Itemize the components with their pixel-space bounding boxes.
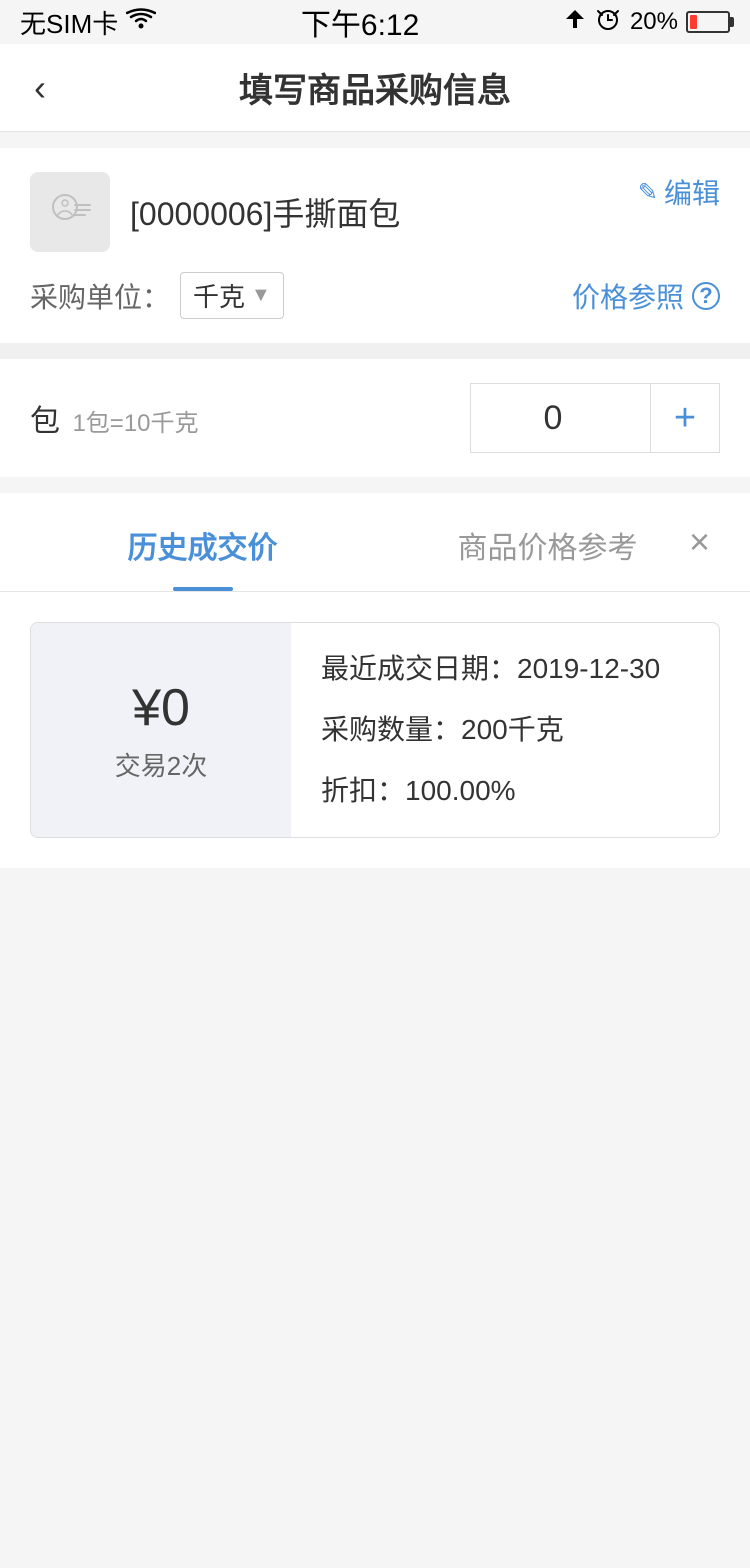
- product-header: [0000006]手撕面包 ✎ 编辑: [30, 172, 720, 252]
- battery-percent: 20%: [630, 8, 678, 36]
- unit-value: 千克: [193, 277, 245, 314]
- unit-label: 采购单位：: [30, 276, 170, 316]
- help-icon: ?: [692, 282, 720, 310]
- history-price: ¥0: [132, 678, 190, 738]
- back-button[interactable]: ‹: [24, 57, 56, 119]
- quantity-input[interactable]: [470, 383, 650, 453]
- location-icon: [564, 8, 586, 37]
- qty-conversion-label: 1包=10千克: [72, 410, 198, 437]
- chevron-down-icon: ▼: [251, 284, 271, 307]
- history-date: 最近成交日期：2019-12-30: [321, 647, 689, 692]
- page-title: 填写商品采购信息: [239, 63, 511, 112]
- product-card: [0000006]手撕面包 ✎ 编辑 采购单位： 千克 ▼ 价格参照 ?: [0, 148, 750, 343]
- history-card: ¥0 交易2次 最近成交日期：2019-12-30 采购数量：200千克 折扣：…: [30, 622, 720, 838]
- edit-button[interactable]: ✎ 编辑: [638, 172, 720, 212]
- product-unit-row: 采购单位： 千克 ▼ 价格参照 ?: [30, 272, 720, 319]
- main-background: [0, 868, 750, 1568]
- history-qty: 采购数量：200千克: [321, 708, 689, 753]
- time-display: 下午6:12: [301, 0, 419, 44]
- history-content: ¥0 交易2次 最近成交日期：2019-12-30 采购数量：200千克 折扣：…: [0, 592, 750, 868]
- divider: [0, 343, 750, 359]
- tabs-container: 历史成交价 商品价格参考 ×: [0, 493, 750, 592]
- price-ref-button[interactable]: 价格参照 ?: [572, 276, 720, 316]
- wifi-icon: [126, 7, 156, 38]
- tabs-close-button[interactable]: ×: [679, 511, 720, 573]
- history-discount: 折扣：100.00%: [321, 769, 689, 814]
- unit-select[interactable]: 千克 ▼: [180, 272, 284, 319]
- quantity-label-group: 包 1包=10千克: [30, 396, 199, 440]
- history-right-panel: 最近成交日期：2019-12-30 采购数量：200千克 折扣：100.00%: [291, 623, 719, 837]
- qty-value: 200千克: [461, 714, 564, 745]
- product-thumbnail: [30, 172, 110, 252]
- qty-unit-label: 包: [30, 405, 60, 438]
- tab-history-price[interactable]: 历史成交价: [30, 493, 375, 591]
- tabs-row: 历史成交价 商品价格参考 ×: [0, 493, 750, 591]
- nav-bar: ‹ 填写商品采购信息: [0, 44, 750, 132]
- quantity-plus-button[interactable]: +: [650, 383, 720, 453]
- qty-label: 采购数量：: [321, 714, 461, 745]
- product-name: [0000006]手撕面包: [130, 189, 400, 235]
- discount-value: 100.00%: [405, 775, 516, 806]
- edit-icon: ✎: [638, 178, 658, 207]
- date-label: 最近成交日期：: [321, 653, 517, 684]
- product-left: [0000006]手撕面包: [30, 172, 400, 252]
- discount-label: 折扣：: [321, 775, 405, 806]
- status-right: 20%: [564, 6, 730, 39]
- alarm-icon: [594, 6, 622, 39]
- quantity-row: 包 1包=10千克 +: [0, 359, 750, 477]
- tab-price-ref[interactable]: 商品价格参考: [375, 493, 720, 591]
- status-bar: 无SIM卡 下午6:12 20%: [0, 0, 750, 44]
- date-value: 2019-12-30: [517, 653, 660, 684]
- edit-label: 编辑: [664, 172, 720, 212]
- quantity-input-group: +: [470, 383, 720, 453]
- battery-icon: [686, 11, 730, 33]
- price-ref-label: 价格参照: [572, 276, 684, 316]
- unit-section: 采购单位： 千克 ▼: [30, 272, 284, 319]
- status-left: 无SIM卡: [20, 4, 156, 41]
- history-left-panel: ¥0 交易2次: [31, 623, 291, 837]
- signal-text: 无SIM卡: [20, 4, 118, 41]
- history-times: 交易2次: [115, 746, 207, 783]
